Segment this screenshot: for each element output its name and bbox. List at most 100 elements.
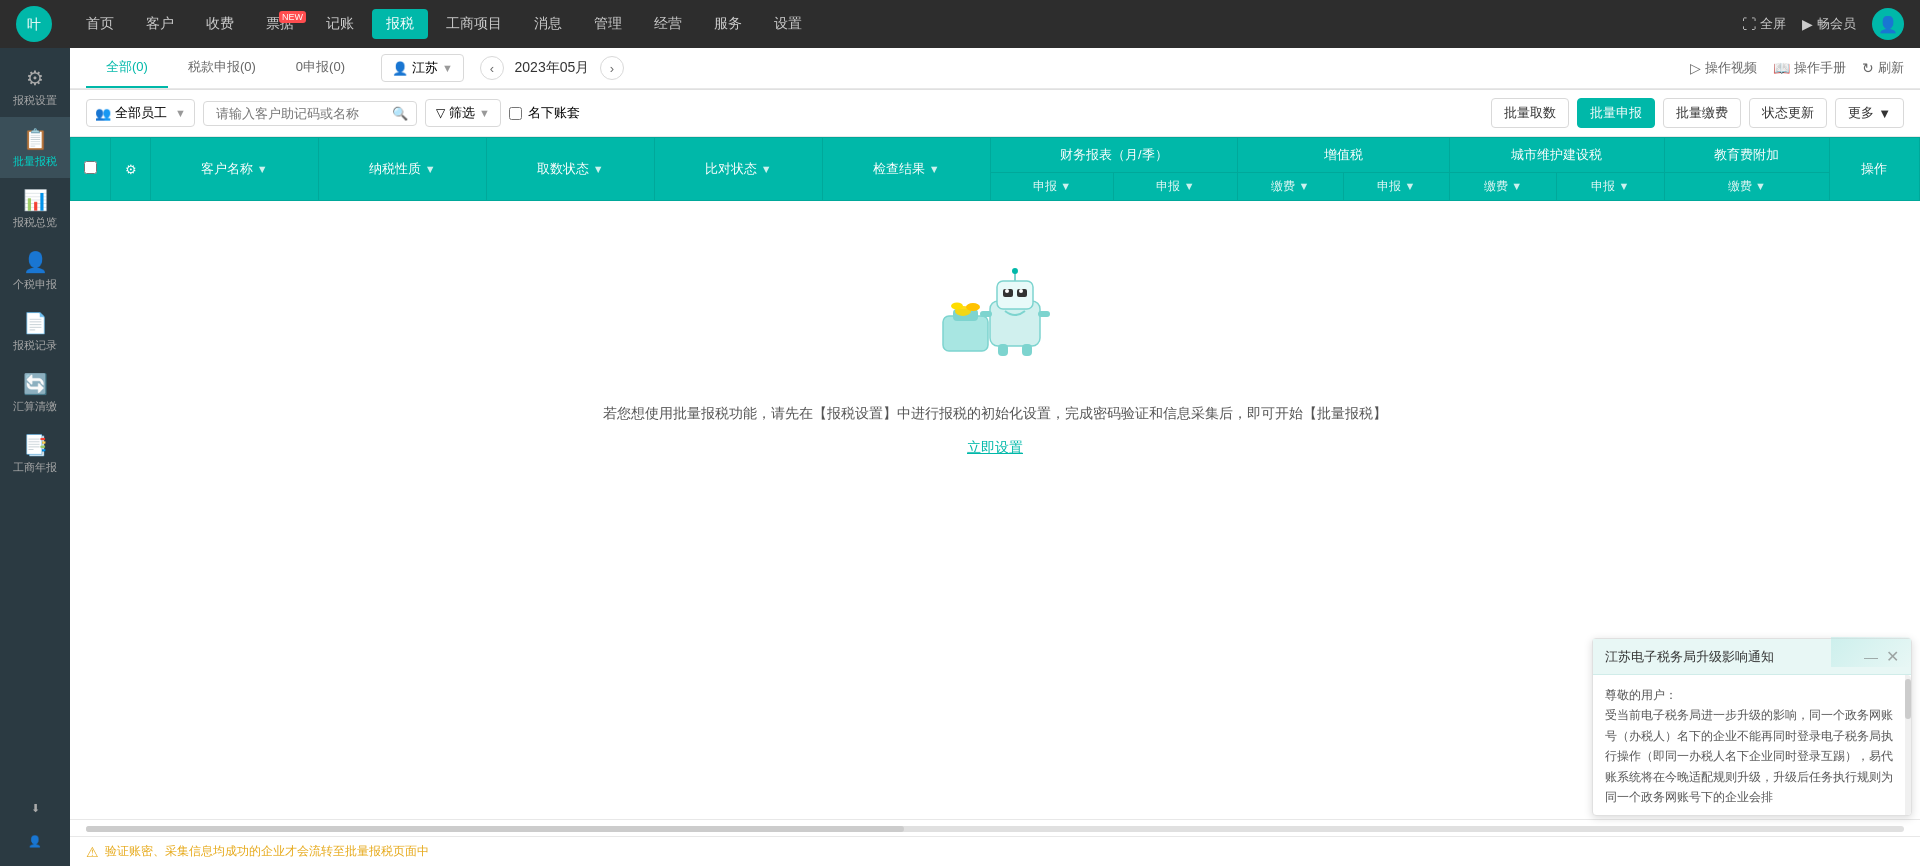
th-customer-name-label: 客户名称 <box>201 161 253 176</box>
nav-home[interactable]: 首页 <box>72 9 128 39</box>
svg-point-11 <box>1005 289 1009 293</box>
th-vat-declare-filter-icon: ▼ <box>1184 180 1195 192</box>
member-icon: ▶ <box>1802 16 1813 32</box>
scroll-track[interactable] <box>86 826 1904 832</box>
gear-icon[interactable]: ⚙ <box>125 162 137 177</box>
th-edu-pay[interactable]: 缴费 ▼ <box>1664 173 1829 201</box>
setup-link[interactable]: 立即设置 <box>967 439 1023 457</box>
sidebar-item-tax-setting[interactable]: ⚙ 报税设置 <box>0 56 70 117</box>
th-city-pay-label: 缴费 <box>1484 179 1508 193</box>
th-operation: 操作 <box>1829 138 1919 201</box>
th-check-result[interactable]: 检查结果 ▼ <box>822 138 990 201</box>
sidebar-label-personal-tax: 个税申报 <box>13 278 57 291</box>
top-nav-right: ⛶ 全屏 ▶ 畅会员 👤 <box>1742 8 1904 40</box>
tab-all-label: 全部 <box>106 59 132 74</box>
th-vat-pay-label: 缴费 <box>1271 179 1295 193</box>
tax-record-icon: 📄 <box>23 311 48 335</box>
nav-service[interactable]: 服务 <box>700 9 756 39</box>
subordinate-checkbox[interactable] <box>509 107 522 120</box>
batch-declare-btn[interactable]: 批量申报 <box>1577 98 1655 128</box>
checkbox-label[interactable]: 名下账套 <box>509 104 580 122</box>
operation-manual-btn[interactable]: 📖 操作手册 <box>1773 59 1846 77</box>
horizontal-scroll[interactable] <box>70 820 1920 836</box>
sidebar-item-annual-settle[interactable]: 🔄 汇算清缴 <box>0 362 70 423</box>
prev-month-btn[interactable]: ‹ <box>480 56 504 80</box>
sidebar-download[interactable]: ⬇ <box>0 792 70 825</box>
search-icon[interactable]: 🔍 <box>392 106 408 121</box>
th-city-declare[interactable]: 申报 ▼ <box>1343 173 1449 201</box>
th-city-pay[interactable]: 缴费 ▼ <box>1449 173 1556 201</box>
th-edu-declare[interactable]: 申报 ▼ <box>1557 173 1664 201</box>
select-all-checkbox[interactable] <box>84 161 97 174</box>
th-tax-nature[interactable]: 纳税性质 ▼ <box>318 138 486 201</box>
employee-select[interactable]: 👥 全部员工 ▼ <box>86 99 195 127</box>
sidebar-item-batch-tax[interactable]: 📋 批量报税 <box>0 117 70 178</box>
th-fetch-status[interactable]: 取数状态 ▼ <box>486 138 654 201</box>
th-vat-pay[interactable]: 缴费 ▼ <box>1237 173 1343 201</box>
nav-fee[interactable]: 收费 <box>192 9 248 39</box>
more-btn[interactable]: 更多 ▼ <box>1835 98 1904 128</box>
employee-icon: 👥 <box>95 106 111 121</box>
th-customer-name[interactable]: 客户名称 ▼ <box>151 138 319 201</box>
refresh-btn[interactable]: ↻ 刷新 <box>1862 59 1904 77</box>
sidebar-item-annual-report[interactable]: 📑 工商年报 <box>0 423 70 484</box>
empty-desc: 若您想使用批量报税功能，请先在【报税设置】中进行报税的初始化设置，完成密码验证和… <box>603 405 1387 423</box>
region-selector[interactable]: 👤 江苏 ▼ <box>381 54 464 82</box>
nav-invoice[interactable]: 票据 NEW <box>252 9 308 39</box>
th-financial-declare[interactable]: 申报 ▼ <box>990 173 1113 201</box>
sidebar-item-tax-overview[interactable]: 📊 报税总览 <box>0 178 70 239</box>
svg-point-6 <box>951 303 963 310</box>
sidebar-item-personal-tax[interactable]: 👤 个税申报 <box>0 240 70 301</box>
th-tax-nature-filter-icon: ▼ <box>425 163 436 175</box>
nav-manage[interactable]: 管理 <box>580 9 636 39</box>
th-city-pay-filter-icon: ▼ <box>1511 180 1522 192</box>
status-update-btn[interactable]: 状态更新 <box>1749 98 1827 128</box>
nav-setting[interactable]: 设置 <box>760 9 816 39</box>
robot-illustration <box>935 261 1055 381</box>
nav-business[interactable]: 工商项目 <box>432 9 516 39</box>
th-education-tax: 教育费附加 <box>1664 138 1829 173</box>
notif-decoration <box>1831 637 1911 667</box>
operation-video-btn[interactable]: ▷ 操作视频 <box>1690 59 1757 77</box>
avatar[interactable]: 👤 <box>1872 8 1904 40</box>
th-compare-status-filter-icon: ▼ <box>761 163 772 175</box>
sidebar-user[interactable]: 👤 <box>0 825 70 858</box>
search-input-wrap: 🔍 <box>203 101 417 126</box>
th-edu-pay-label: 缴费 <box>1728 179 1752 193</box>
th-vat-declare[interactable]: 申报 ▼ <box>1114 173 1237 201</box>
nav-tax[interactable]: 报税 <box>372 9 428 39</box>
batch-fetch-btn[interactable]: 批量取数 <box>1491 98 1569 128</box>
search-input[interactable] <box>212 102 392 125</box>
notification-scrollbar[interactable] <box>1905 675 1911 815</box>
fullscreen-btn[interactable]: ⛶ 全屏 <box>1742 15 1786 33</box>
tab-zero-declare-label: 0申报 <box>296 59 329 74</box>
sidebar: ⚙ 报税设置 📋 批量报税 📊 报税总览 👤 个税申报 📄 报税记录 🔄 汇算清… <box>0 48 70 866</box>
tab-zero-declare-count: 0 <box>333 59 340 74</box>
tab-zero-declare[interactable]: 0申报(0) <box>276 48 365 88</box>
nav-accounting[interactable]: 记账 <box>312 9 368 39</box>
current-date: 2023年05月 <box>512 59 592 77</box>
nav-message[interactable]: 消息 <box>520 9 576 39</box>
new-badge: NEW <box>279 11 306 23</box>
th-compare-status[interactable]: 比对状态 ▼ <box>654 138 822 201</box>
logo[interactable]: 叶 <box>16 6 52 42</box>
th-vat: 增值税 <box>1237 138 1449 173</box>
batch-pay-btn[interactable]: 批量缴费 <box>1663 98 1741 128</box>
svg-rect-15 <box>980 311 992 317</box>
svg-rect-2 <box>943 316 988 351</box>
nav-operation[interactable]: 经营 <box>640 9 696 39</box>
sidebar-item-tax-record[interactable]: 📄 报税记录 <box>0 301 70 362</box>
filter-btn[interactable]: ▽ 筛选 ▼ <box>425 99 501 127</box>
th-compare-status-label: 比对状态 <box>705 161 757 176</box>
manual-label: 操作手册 <box>1794 59 1846 77</box>
region-label: 江苏 <box>412 59 438 77</box>
tab-all[interactable]: 全部(0) <box>86 48 168 88</box>
th-customer-filter-icon: ▼ <box>257 163 268 175</box>
th-fetch-status-label: 取数状态 <box>537 161 589 176</box>
tab-tax-declare-label: 税款申报 <box>188 59 240 74</box>
tab-tax-declare[interactable]: 税款申报(0) <box>168 48 276 88</box>
th-fetch-status-filter-icon: ▼ <box>593 163 604 175</box>
nav-customer[interactable]: 客户 <box>132 9 188 39</box>
member-btn[interactable]: ▶ 畅会员 <box>1802 15 1856 33</box>
next-month-btn[interactable]: › <box>600 56 624 80</box>
